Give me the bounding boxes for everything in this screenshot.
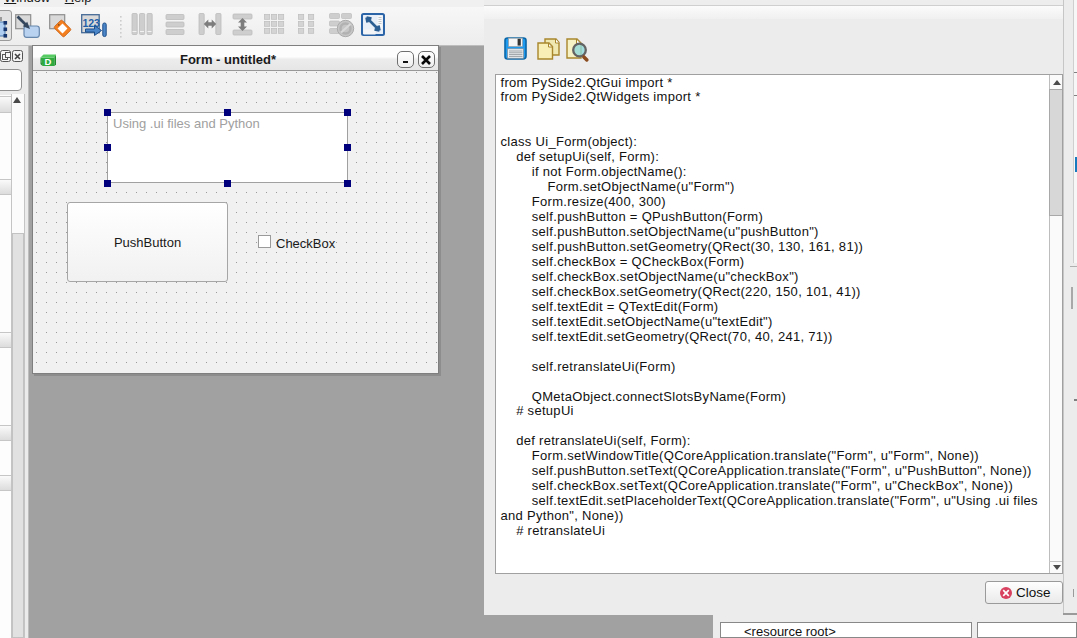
svg-text:123: 123 [82, 17, 100, 29]
